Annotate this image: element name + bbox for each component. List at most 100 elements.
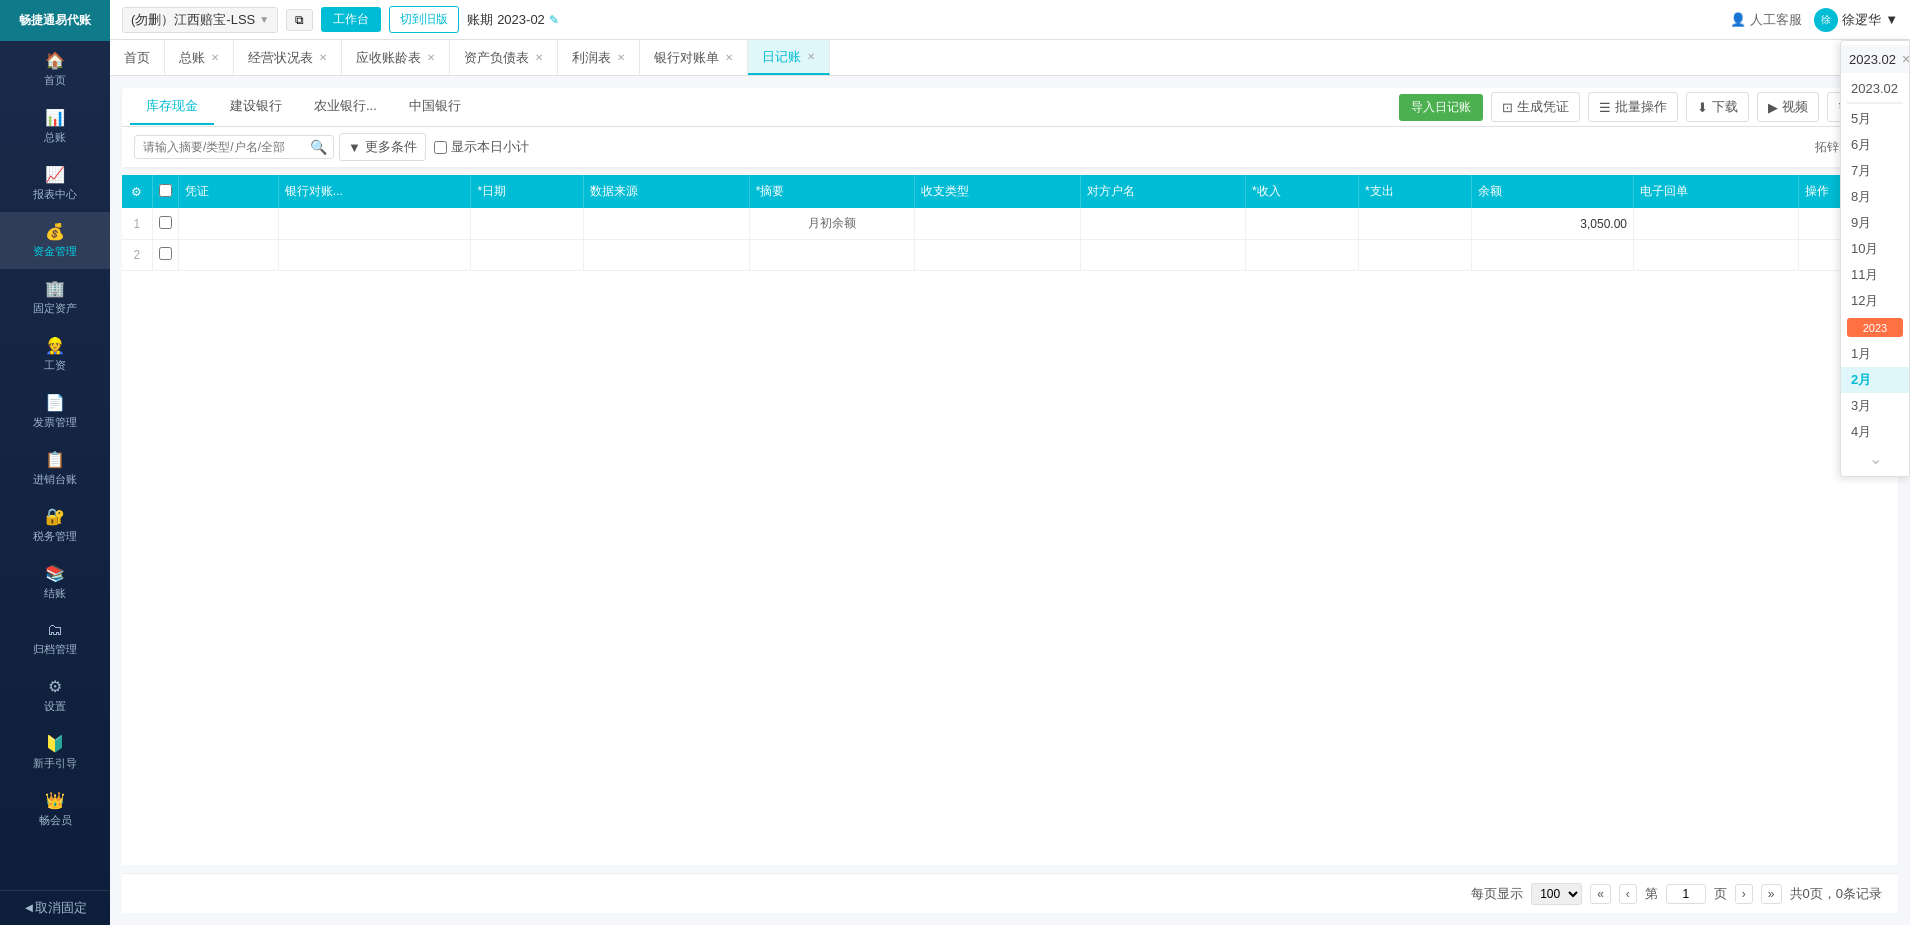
scroll-down-button[interactable]: ⌄ <box>1841 445 1909 472</box>
tax-icon: 🔐 <box>45 507 65 526</box>
page-last-button[interactable]: » <box>1761 884 1782 904</box>
tab-ledger[interactable]: 总账 ✕ <box>165 40 234 75</box>
sidebar-item-ledger[interactable]: 📊 总账 <box>0 98 110 155</box>
sidebar-item-tax[interactable]: 🔐 税务管理 <box>0 497 110 554</box>
tab-home[interactable]: 首页 <box>110 40 165 75</box>
row-1-check[interactable] <box>152 208 178 240</box>
tab-close-balance[interactable]: ✕ <box>535 52 543 63</box>
avatar: 徐 <box>1814 8 1838 32</box>
row-2-check[interactable] <box>152 240 178 271</box>
row-2-balance <box>1472 240 1634 271</box>
tab-close-bank[interactable]: ✕ <box>725 52 733 63</box>
page-number-input[interactable] <box>1666 884 1706 904</box>
sidebar-item-archive[interactable]: 🗂 归档管理 <box>0 611 110 667</box>
human-service-button[interactable]: 👤 人工客服 <box>1730 11 1802 29</box>
row-2-counterpart <box>1080 240 1245 271</box>
sidebar-item-assets[interactable]: 🏢 固定资产 <box>0 269 110 326</box>
tab-journal[interactable]: 日记账 ✕ <box>748 40 830 75</box>
currency-label: 拓锌: <box>1815 139 1842 156</box>
sidebar-item-label: 发票管理 <box>33 415 77 430</box>
generate-voucher-button[interactable]: ⊡ 生成凭证 <box>1491 92 1580 122</box>
settings-icon: ⚙ <box>48 677 62 696</box>
company-selector[interactable]: (勿删）江西赔宝-LSS ▼ <box>122 7 278 33</box>
sidebar-item-close[interactable]: 📚 结账 <box>0 554 110 611</box>
tab-ar-aging[interactable]: 应收账龄表 ✕ <box>342 40 450 75</box>
row-1-expense <box>1359 208 1472 240</box>
date-panel-month-9[interactable]: 9月 <box>1841 210 1909 236</box>
col-settings[interactable]: ⚙ <box>122 175 152 208</box>
sub-tab-construction-bank[interactable]: 建设银行 <box>214 89 298 125</box>
user-menu[interactable]: 徐 徐逻华 ▼ <box>1814 8 1898 32</box>
vip-icon: 👑 <box>45 791 65 810</box>
search-button[interactable]: 🔍 <box>306 135 331 159</box>
app-logo[interactable]: 畅捷通易代账 <box>0 0 110 41</box>
page-unit: 页 <box>1714 885 1727 903</box>
sidebar-item-label: 新手引导 <box>33 756 77 771</box>
sidebar-item-home[interactable]: 🏠 首页 <box>0 41 110 98</box>
import-journal-button[interactable]: 导入日记账 <box>1399 94 1483 121</box>
daily-subtotal-check[interactable] <box>434 141 447 154</box>
page-first-button[interactable]: « <box>1590 884 1611 904</box>
tab-close-ar[interactable]: ✕ <box>427 52 435 63</box>
batch-operation-button[interactable]: ☰ 批量操作 <box>1588 92 1678 122</box>
sub-tab-agricultural-bank[interactable]: 农业银行... <box>298 89 393 125</box>
col-income-type: 收支类型 <box>915 175 1080 208</box>
show-daily-subtotal-checkbox[interactable]: 显示本日小计 <box>434 138 529 156</box>
col-check[interactable] <box>152 175 178 208</box>
date-panel-month-5[interactable]: 5月 <box>1841 106 1909 132</box>
row-2-e-bill <box>1634 240 1799 271</box>
sidebar-item-guide[interactable]: 🔰 新手引导 <box>0 724 110 781</box>
download-button[interactable]: ⬇ 下载 <box>1686 92 1749 122</box>
chevron-down-icon: ▼ <box>259 14 269 25</box>
date-panel-month-4[interactable]: 4月 <box>1841 419 1909 445</box>
sidebar-item-invoice[interactable]: 📄 发票管理 <box>0 383 110 440</box>
date-panel-month-8[interactable]: 8月 <box>1841 184 1909 210</box>
period-info: 账期 2023-02 ✎ <box>467 11 559 29</box>
date-panel-year-label: 2023.02 <box>1849 52 1896 67</box>
close-date-panel-button[interactable]: × <box>1896 49 1910 69</box>
unpin-sidebar-button[interactable]: ◄取消固定 <box>0 890 110 925</box>
page-prev-button[interactable]: ‹ <box>1619 884 1637 904</box>
col-expense: *支出 <box>1359 175 1472 208</box>
date-panel-month-1[interactable]: 1月 <box>1841 341 1909 367</box>
tab-business-status[interactable]: 经营状况表 ✕ <box>234 40 342 75</box>
date-panel-month-12[interactable]: 12月 <box>1841 288 1909 314</box>
date-panel-month-10[interactable]: 10月 <box>1841 236 1909 262</box>
sidebar-item-payroll[interactable]: 👷 工资 <box>0 326 110 383</box>
tab-close-journal[interactable]: ✕ <box>807 51 815 62</box>
date-panel-month-11[interactable]: 11月 <box>1841 262 1909 288</box>
video-button[interactable]: ▶ 视频 <box>1757 92 1819 122</box>
old-version-button[interactable]: 切到旧版 <box>389 6 459 33</box>
row-2-summary <box>749 240 914 271</box>
tab-bank-statement[interactable]: 银行对账单 ✕ <box>640 40 748 75</box>
date-panel-month-2[interactable]: 2月 <box>1841 367 1909 393</box>
date-panel-month-7[interactable]: 7月 <box>1841 158 1909 184</box>
row-2-voucher <box>178 240 278 271</box>
payroll-icon: 👷 <box>45 336 65 355</box>
guide-icon: 🔰 <box>45 734 65 753</box>
sidebar-item-vip[interactable]: 👑 畅会员 <box>0 781 110 838</box>
sidebar-item-reports[interactable]: 📈 报表中心 <box>0 155 110 212</box>
sidebar-item-purchase-sales[interactable]: 📋 进销台账 <box>0 440 110 497</box>
more-filter-button[interactable]: ▼ 更多条件 <box>339 133 426 161</box>
search-input[interactable] <box>134 135 334 159</box>
period-edit-icon[interactable]: ✎ <box>549 13 559 27</box>
per-page-select[interactable]: 100 50 200 <box>1531 883 1582 905</box>
tab-balance-sheet[interactable]: 资产负债表 ✕ <box>450 40 558 75</box>
date-panel-month-6[interactable]: 6月 <box>1841 132 1909 158</box>
sidebar-item-finance[interactable]: 💰 资金管理 <box>0 212 110 269</box>
row-2-date <box>471 240 584 271</box>
tab-close-ledger[interactable]: ✕ <box>211 52 219 63</box>
sidebar-item-settings[interactable]: ⚙ 设置 <box>0 667 110 724</box>
workbench-button[interactable]: 工作台 <box>321 7 381 32</box>
date-panel-month-3[interactable]: 3月 <box>1841 393 1909 419</box>
tab-close-income[interactable]: ✕ <box>617 52 625 63</box>
page-next-button[interactable]: › <box>1735 884 1753 904</box>
copy-button[interactable]: ⧉ <box>286 9 313 31</box>
select-all-checkbox[interactable] <box>159 184 172 197</box>
date-panel: 2023.02 × 2023.02 5月 6月 7月 8月 9月 10月 11月… <box>1840 40 1910 477</box>
tab-income[interactable]: 利润表 ✕ <box>558 40 640 75</box>
sub-tab-china-bank[interactable]: 中国银行 <box>393 89 477 125</box>
tab-close-business[interactable]: ✕ <box>319 52 327 63</box>
sub-tab-cash[interactable]: 库存现金 <box>130 89 214 125</box>
